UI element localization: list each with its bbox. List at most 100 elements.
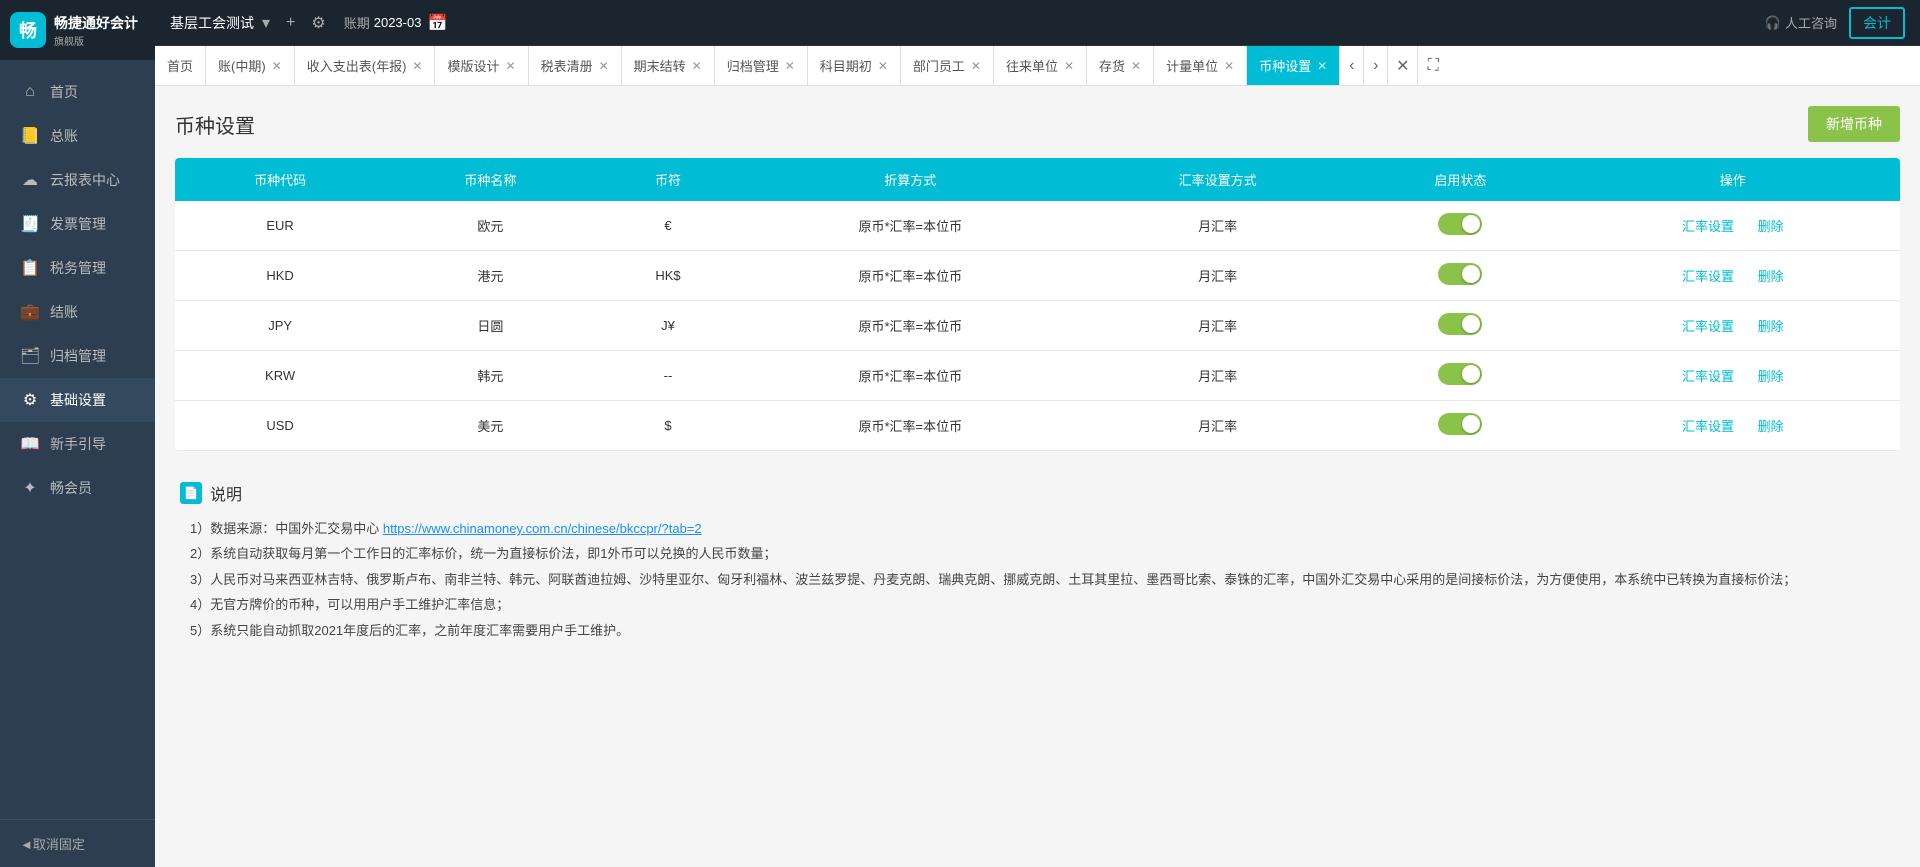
topbar: 基层工会测试 ▾ + ⚙ 账期 2023-03 📅 🎧 人工咨询 会计	[155, 0, 1920, 46]
tab-close-icon[interactable]: ✕	[785, 59, 795, 73]
toggle-switch[interactable]	[1438, 363, 1482, 385]
currency-code: KRW	[175, 351, 385, 401]
tab-----[interactable]: 期末结转✕	[622, 46, 715, 86]
sidebar-item-archive[interactable]: 🗂 归档管理	[0, 334, 155, 378]
tab-----[interactable]: 科目期初✕	[808, 46, 901, 86]
tab-prev-button[interactable]: ‹	[1340, 46, 1364, 86]
headset-icon: 🎧	[1765, 15, 1781, 31]
tab-close-icon[interactable]: ✕	[272, 59, 282, 73]
toggle-switch[interactable]	[1438, 263, 1482, 285]
rate-settings-link[interactable]: 汇率设置	[1682, 369, 1734, 384]
tab-label: 税表清册	[541, 56, 593, 75]
settle-icon: 💼	[20, 302, 40, 322]
tab---[interactable]: 存货✕	[1087, 46, 1154, 86]
rate-settings-link[interactable]: 汇率设置	[1682, 319, 1734, 334]
tab-close-icon[interactable]: ✕	[1224, 59, 1234, 73]
currency-name: 欧元	[385, 201, 595, 251]
period-value: 2023-03	[374, 15, 422, 30]
toggle-knob	[1462, 265, 1480, 283]
sidebar-label-reports: 云报表中心	[50, 170, 120, 190]
tab-----[interactable]: 税表清册 ✕	[529, 46, 622, 86]
col-header-币种代码: 币种代码	[175, 158, 385, 201]
col-header-启用状态: 启用状态	[1355, 158, 1565, 201]
currency-code: EUR	[175, 201, 385, 251]
tab-close-icon[interactable]: ✕	[971, 59, 981, 73]
account-button[interactable]: 会计	[1849, 7, 1905, 39]
delete-link[interactable]: 删除	[1758, 269, 1784, 284]
col-header-币符: 币符	[595, 158, 740, 201]
rate-settings-link[interactable]: 汇率设置	[1682, 419, 1734, 434]
tab-----[interactable]: 模版设计 ✕	[435, 46, 528, 86]
tab-close-icon[interactable]: ✕	[1317, 59, 1327, 73]
table-row: HKD港元HK$原币*汇率=本位币月汇率 汇率设置 删除	[175, 251, 1900, 301]
settings-icon: ⚙	[20, 390, 40, 410]
rate-settings-link[interactable]: 汇率设置	[1682, 219, 1734, 234]
main-content: 币种设置 新增币种 币种代码币种名称币符折算方式汇率设置方式启用状态操作 EUR…	[155, 86, 1920, 867]
sidebar-label-ledger: 总账	[50, 126, 78, 146]
tab---[interactable]: 首页	[155, 46, 206, 86]
new-currency-button[interactable]: 新增币种	[1808, 106, 1900, 142]
tab-close-icon[interactable]: ✕	[692, 59, 702, 73]
period-label: 账期	[344, 13, 370, 32]
tab-close-icon[interactable]: ✕	[1131, 59, 1141, 73]
tab-next-button[interactable]: ›	[1364, 46, 1388, 86]
action-cell: 汇率设置 删除	[1566, 351, 1900, 401]
delete-link[interactable]: 删除	[1758, 319, 1784, 334]
fullscreen-button[interactable]: ⛶	[1418, 46, 1448, 86]
tab-----[interactable]: 币种设置✕	[1247, 46, 1340, 86]
tab----------[interactable]: 收入支出表(年报)✕	[295, 46, 436, 86]
tab-label: 归档管理	[727, 56, 779, 75]
sidebar-item-settings[interactable]: ⚙ 基础设置	[0, 378, 155, 422]
guide-icon: 📖	[20, 434, 40, 454]
currency-code: HKD	[175, 251, 385, 301]
tab-----[interactable]: 归档管理 ✕	[715, 46, 808, 86]
sidebar-item-member[interactable]: ✦ 畅会员	[0, 466, 155, 510]
tab-close-icon[interactable]: ✕	[1064, 59, 1074, 73]
currency-name: 美元	[385, 401, 595, 451]
tab-label: 模版设计	[447, 56, 499, 75]
tab-close-icon[interactable]: ✕	[599, 59, 609, 73]
home-icon: ⌂	[20, 83, 40, 101]
notes-list: 1）数据来源：中国外汇交易中心 https://www.chinamoney.c…	[180, 517, 1895, 642]
action-cell: 汇率设置 删除	[1566, 251, 1900, 301]
company-dropdown-icon[interactable]: ▾	[262, 13, 270, 33]
help-button[interactable]: 🎧 人工咨询	[1765, 13, 1837, 32]
calendar-icon[interactable]: 📅	[427, 13, 447, 33]
sidebar-item-invoice[interactable]: 🧾 发票管理	[0, 202, 155, 246]
delete-link[interactable]: 删除	[1758, 369, 1784, 384]
add-tab-button[interactable]: +	[286, 14, 295, 32]
currency-code: USD	[175, 401, 385, 451]
delete-link[interactable]: 删除	[1758, 219, 1784, 234]
tab-close-icon[interactable]: ✕	[412, 59, 422, 73]
tab-close-icon[interactable]: ✕	[878, 59, 888, 73]
sidebar-item-tax[interactable]: 📋 税务管理	[0, 246, 155, 290]
settings-icon[interactable]: ⚙	[311, 13, 325, 33]
sidebar-item-ledger[interactable]: 📒 总账	[0, 114, 155, 158]
tab-----[interactable]: 计量单位✕	[1154, 46, 1247, 86]
topbar-right: 🎧 人工咨询 会计	[1765, 7, 1905, 39]
toggle-switch[interactable]	[1438, 413, 1482, 435]
enabled-status	[1355, 401, 1565, 451]
tab-----[interactable]: 往来单位✕	[994, 46, 1087, 86]
close-all-tabs-button[interactable]: ✕	[1388, 46, 1418, 86]
toggle-switch[interactable]	[1438, 313, 1482, 335]
sidebar-item-settle[interactable]: 💼 结账	[0, 290, 155, 334]
tab-----[interactable]: 部门员工✕	[901, 46, 994, 86]
rate-settings-link[interactable]: 汇率设置	[1682, 269, 1734, 284]
col-header-操作: 操作	[1566, 158, 1900, 201]
enabled-status	[1355, 301, 1565, 351]
source-link[interactable]: https://www.chinamoney.com.cn/chinese/bk…	[383, 521, 702, 536]
sidebar-footer-pin[interactable]: ◄取消固定	[0, 819, 155, 867]
sidebar-item-home[interactable]: ⌂ 首页	[0, 70, 155, 114]
table-row: EUR欧元€原币*汇率=本位币月汇率 汇率设置 删除	[175, 201, 1900, 251]
sidebar-item-reports[interactable]: ☁ 云报表中心	[0, 158, 155, 202]
currency-table: 币种代码币种名称币符折算方式汇率设置方式启用状态操作 EUR欧元€原币*汇率=本…	[175, 158, 1900, 451]
sidebar-label-guide: 新手引导	[50, 434, 106, 454]
tab-close-icon[interactable]: ✕	[506, 59, 516, 73]
currency-symbol: J¥	[595, 301, 740, 351]
tab------[interactable]: 账(中期)✕	[206, 46, 295, 86]
sidebar-item-guide[interactable]: 📖 新手引导	[0, 422, 155, 466]
toggle-switch[interactable]	[1438, 213, 1482, 235]
sidebar-label-tax: 税务管理	[50, 258, 106, 278]
delete-link[interactable]: 删除	[1758, 419, 1784, 434]
